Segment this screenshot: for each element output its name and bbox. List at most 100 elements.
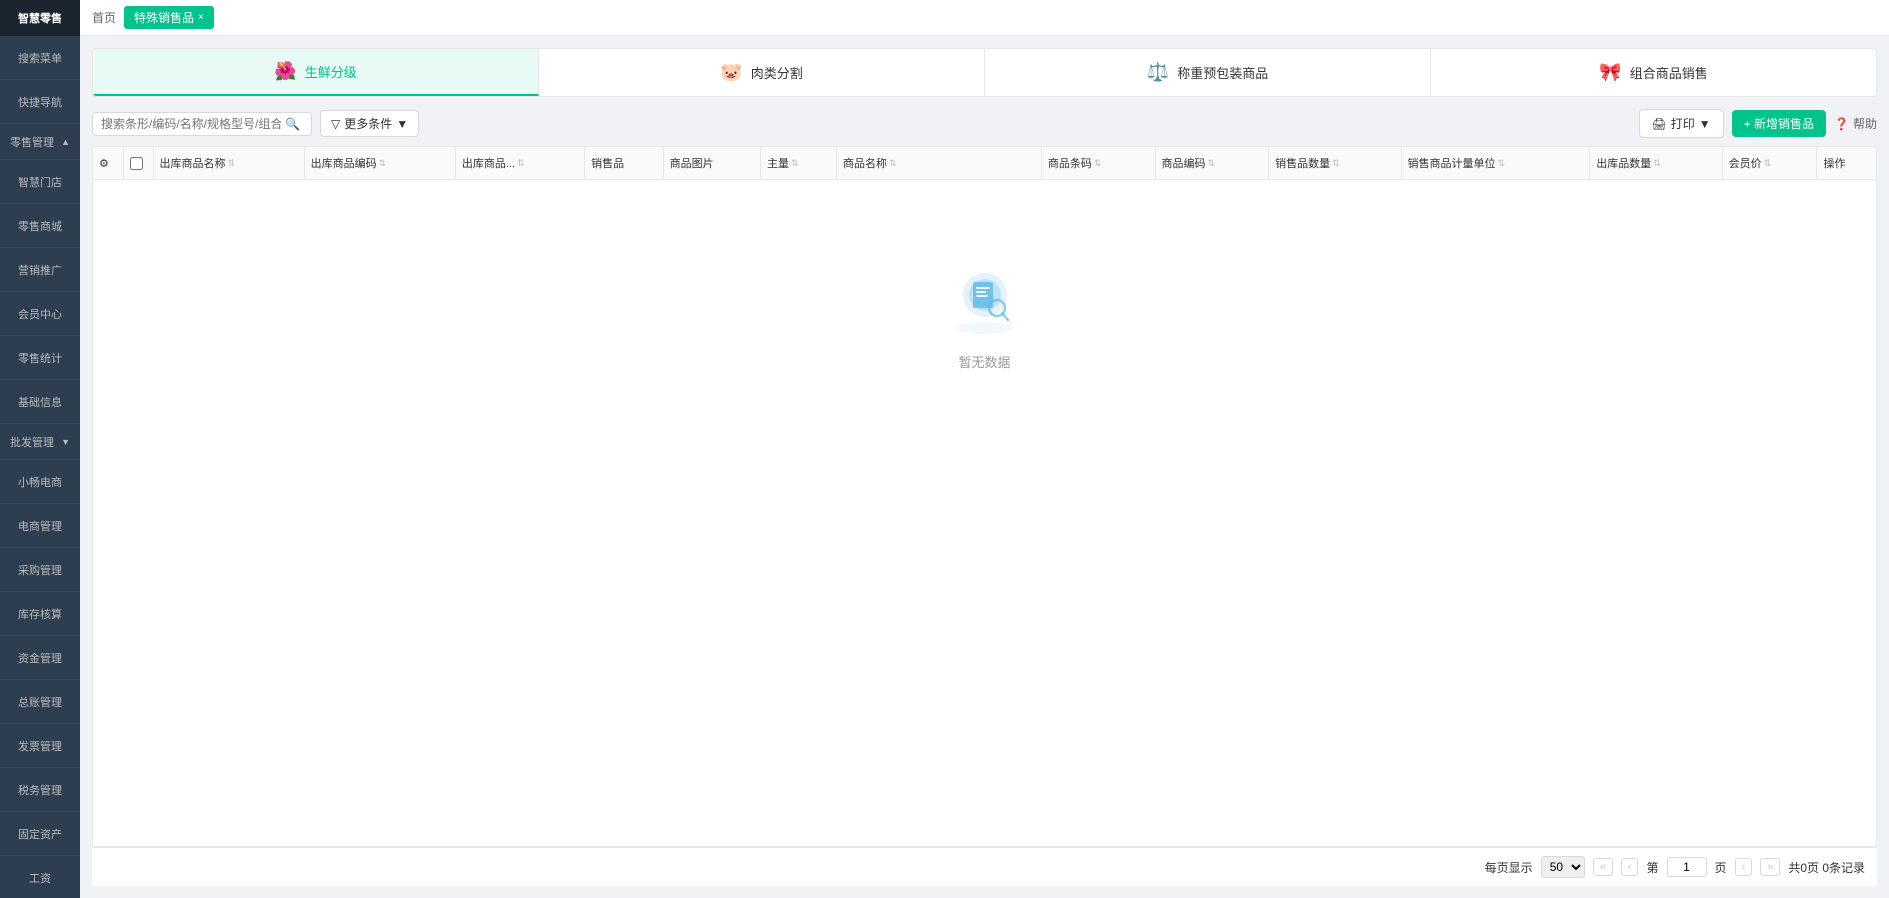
- search-icon[interactable]: 🔍: [285, 117, 300, 131]
- filter-arrow-icon: ▼: [396, 117, 408, 131]
- sidebar-item-quick-nav[interactable]: 快捷导航: [0, 80, 80, 124]
- page-prefix-label: 第: [1646, 859, 1658, 876]
- per-page-select[interactable]: 50: [1541, 856, 1585, 878]
- col-out-product-extra: 出库商品... ⇅: [455, 147, 584, 180]
- col-label: 出库商品名称: [160, 155, 226, 171]
- filter-button[interactable]: ▽ 更多条件 ▼: [320, 110, 419, 137]
- sort-icon[interactable]: ⇅: [379, 158, 387, 169]
- sort-icon[interactable]: ⇅: [1653, 158, 1661, 169]
- app-logo: 智慧零售: [0, 0, 80, 36]
- sidebar-item-smart-store[interactable]: 智慧门店: [0, 160, 80, 204]
- add-product-button[interactable]: + 新增销售品: [1732, 110, 1826, 137]
- add-button-label: + 新增销售品: [1744, 115, 1814, 132]
- print-label: 打印: [1671, 115, 1695, 132]
- tab-fresh-grading[interactable]: 🌺 生鲜分级: [93, 49, 539, 96]
- sort-icon[interactable]: ⇅: [889, 158, 897, 169]
- main-content: 首页 特殊销售品 × 🌺 生鲜分级 🐷 肉类分割 ⚖️ 称重预包装商品 🎀: [80, 0, 1889, 898]
- sidebar-item-label: 小畅电商: [18, 474, 62, 490]
- tab-label: 生鲜分级: [305, 62, 357, 81]
- sort-icon[interactable]: ⇅: [1764, 158, 1772, 169]
- last-page-button[interactable]: »: [1760, 858, 1780, 876]
- col-out-product-code: 出库商品编码 ⇅: [304, 147, 455, 180]
- home-link[interactable]: 首页: [92, 9, 116, 26]
- combo-sales-icon: 🎀: [1599, 62, 1621, 83]
- sidebar-item-label: 发票管理: [18, 738, 62, 754]
- col-barcode: 商品条码 ⇅: [1041, 147, 1155, 180]
- sidebar-item-basic-info[interactable]: 基础信息: [0, 380, 80, 424]
- page-number-input[interactable]: [1667, 857, 1707, 877]
- col-checkbox[interactable]: [123, 147, 153, 180]
- sidebar-item-fixed-assets[interactable]: 固定资产: [0, 812, 80, 856]
- col-sales-qty: 销售品数量 ⇅: [1269, 147, 1401, 180]
- per-page-label: 每页显示: [1485, 859, 1533, 876]
- search-box[interactable]: 🔍: [92, 112, 312, 136]
- chevron-down-icon: ▲: [61, 137, 70, 147]
- sidebar-item-label: 工资: [29, 870, 51, 886]
- sidebar-item-retail-mall[interactable]: 零售商城: [0, 204, 80, 248]
- toolbar: 🔍 ▽ 更多条件 ▼ 🖨 打印 ▼ + 新增销售品 ❓: [92, 109, 1877, 138]
- col-label: 销售品: [591, 155, 624, 171]
- sort-icon[interactable]: ⇅: [1498, 158, 1506, 169]
- sidebar-item-purchase-mgmt[interactable]: 采购管理: [0, 548, 80, 592]
- col-main-weight: 主量 ⇅: [760, 147, 836, 180]
- sidebar-item-retail-stats[interactable]: 零售统计: [0, 336, 80, 380]
- tab-combo-sales[interactable]: 🎀 组合商品销售: [1431, 49, 1876, 96]
- print-button[interactable]: 🖨 打印 ▼: [1639, 109, 1724, 138]
- tab-weigh-pack[interactable]: ⚖️ 称重预包装商品: [985, 49, 1431, 96]
- sidebar-item-search[interactable]: 搜索菜单: [0, 36, 80, 80]
- col-sales-unit: 销售商品计量单位 ⇅: [1401, 147, 1590, 180]
- sort-icon[interactable]: ⇅: [1332, 158, 1340, 169]
- select-all-checkbox[interactable]: [130, 157, 143, 170]
- sort-icon[interactable]: ⇅: [1208, 158, 1216, 169]
- sidebar-item-label: 批发管理: [10, 434, 54, 450]
- sidebar-item-label: 资金管理: [18, 650, 62, 666]
- close-tab-icon[interactable]: ×: [198, 12, 204, 23]
- topbar: 首页 特殊销售品 ×: [80, 0, 1889, 36]
- next-page-button[interactable]: ›: [1735, 858, 1753, 876]
- sidebar-item-mini-ecom[interactable]: 小畅电商: [0, 460, 80, 504]
- tab-label: 肉类分割: [751, 63, 803, 82]
- prev-page-button[interactable]: ‹: [1621, 858, 1639, 876]
- col-label: 销售品数量: [1275, 155, 1330, 171]
- col-out-product-name: 出库商品名称 ⇅: [153, 147, 304, 180]
- sidebar-item-inventory[interactable]: 库存核算: [0, 592, 80, 636]
- breadcrumb: 首页: [92, 9, 116, 26]
- tab-meat-cut[interactable]: 🐷 肉类分割: [539, 49, 985, 96]
- sidebar-item-label: 会员中心: [18, 306, 62, 322]
- help-label: 帮助: [1853, 115, 1877, 132]
- table-header-row: ⚙ 出库商品名称 ⇅ 出库商: [93, 147, 1876, 180]
- sidebar-item-label: 基础信息: [18, 394, 62, 410]
- sidebar-item-general-ledger[interactable]: 总账管理: [0, 680, 80, 724]
- sidebar-item-invoice-mgmt[interactable]: 发票管理: [0, 724, 80, 768]
- weigh-pack-icon: ⚖️: [1147, 62, 1169, 83]
- sidebar-item-label: 快捷导航: [18, 94, 62, 110]
- total-info: 共0页 0条记录: [1788, 859, 1865, 876]
- empty-state: 暂无数据: [93, 180, 1876, 451]
- col-product-name: 商品名称 ⇅: [837, 147, 1042, 180]
- sidebar-item-sales-promo[interactable]: 营销推广: [0, 248, 80, 292]
- col-product-code2: 商品编码 ⇅: [1155, 147, 1269, 180]
- col-settings[interactable]: ⚙: [93, 147, 123, 180]
- active-tab[interactable]: 特殊销售品 ×: [124, 6, 214, 29]
- sort-icon[interactable]: ⇅: [1094, 158, 1102, 169]
- content-area: 🌺 生鲜分级 🐷 肉类分割 ⚖️ 称重预包装商品 🎀 组合商品销售 🔍: [80, 36, 1889, 898]
- filter-icon: ▽: [331, 117, 340, 131]
- first-page-button[interactable]: «: [1593, 858, 1613, 876]
- col-product-image: 商品图片: [663, 147, 760, 180]
- col-label: 出库商品编码: [311, 155, 377, 171]
- sidebar-item-retail-mgmt[interactable]: 零售管理 ▲: [0, 124, 80, 160]
- tab-label: 称重预包装商品: [1177, 63, 1268, 82]
- sidebar-item-wholesale-mgmt[interactable]: 批发管理 ▼: [0, 424, 80, 460]
- help-button[interactable]: ❓ 帮助: [1834, 115, 1877, 132]
- col-label: 出库品数量: [1596, 155, 1651, 171]
- col-label: 商品条码: [1048, 155, 1092, 171]
- sidebar-item-wages[interactable]: 工资: [0, 856, 80, 898]
- search-input[interactable]: [101, 117, 281, 131]
- sidebar-item-finance[interactable]: 资金管理: [0, 636, 80, 680]
- sidebar-item-members[interactable]: 会员中心: [0, 292, 80, 336]
- sidebar-item-ecom-mgmt[interactable]: 电商管理: [0, 504, 80, 548]
- sidebar-item-tax-mgmt[interactable]: 税务管理: [0, 768, 80, 812]
- sort-icon[interactable]: ⇅: [228, 158, 236, 169]
- sort-icon[interactable]: ⇅: [791, 158, 799, 169]
- sort-icon[interactable]: ⇅: [517, 158, 525, 169]
